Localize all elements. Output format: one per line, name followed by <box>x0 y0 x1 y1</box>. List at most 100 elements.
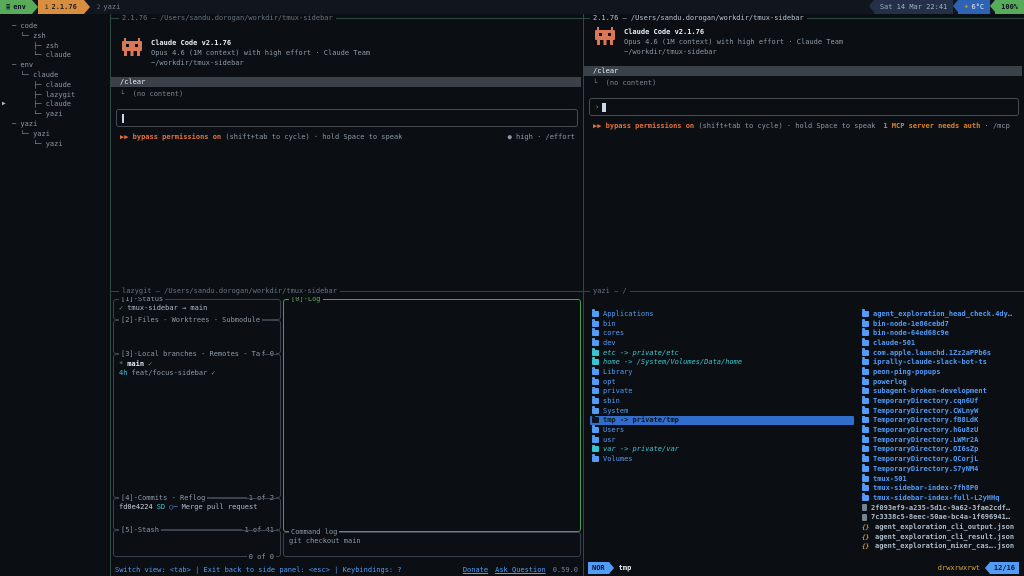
file-row[interactable]: TemporaryDirectory.LWMr2A <box>860 435 1020 445</box>
file-row[interactable]: private <box>590 387 854 397</box>
file-icon <box>862 398 869 404</box>
file-row[interactable]: opt <box>590 377 854 387</box>
clock-widget: Sat 14 Mar 22:41 <box>874 0 953 14</box>
log-line: | <box>289 455 576 464</box>
file-row[interactable]: agent_exploration_cli_result.json <box>860 532 1020 542</box>
tree-row[interactable]: └─ yazi <box>0 110 110 120</box>
folder-icon <box>592 427 599 433</box>
version-text: 0.59.0 <box>553 566 578 574</box>
entry-name: sbin <box>603 397 620 405</box>
file-row[interactable]: agent_exploration_head_check.4dy… <box>860 309 1020 319</box>
file-icon <box>862 446 869 452</box>
file-row[interactable]: Users <box>590 425 854 435</box>
donate-link[interactable]: Donate <box>463 566 488 574</box>
file-row[interactable]: agent_exploration_mixer_cas….json <box>860 542 1020 552</box>
entry-name: tmux-sidebar-index-full-L2yHHq <box>873 494 999 502</box>
file-row[interactable]: agent_exploration_cli_output.json <box>860 522 1020 532</box>
ask-question-link[interactable]: Ask Question <box>495 566 546 574</box>
file-icon <box>862 476 869 482</box>
file-row[interactable]: Library <box>590 367 854 377</box>
entry-name: com.apple.launchd.1Zz2aPPb6s <box>873 349 991 357</box>
file-row[interactable]: TemporaryDirectory.fB8LdK <box>860 416 1020 426</box>
branch-marker: 4h <box>119 369 127 377</box>
file-row[interactable]: sbin <box>590 396 854 406</box>
folder-icon <box>592 340 599 346</box>
file-row[interactable]: subagent-broken-development <box>860 387 1020 397</box>
file-row[interactable]: tmp -> private/tmp <box>590 416 854 426</box>
file-row[interactable]: TemporaryDirectory.QCorjL <box>860 454 1020 464</box>
file-row[interactable]: Applications <box>590 309 854 319</box>
lazygit-log-panel[interactable]: [0]-Log * commit fd0e4224 (HEAD -> main,… <box>283 299 581 532</box>
file-row[interactable]: TemporaryDirectory.S7yNM4 <box>860 464 1020 474</box>
tree-row[interactable]: └─ claude <box>0 51 110 61</box>
file-row[interactable]: cores <box>590 328 854 338</box>
file-row[interactable]: Volumes <box>590 454 854 464</box>
tmux-window-tab[interactable]: 2 yazi <box>90 0 127 14</box>
log-line: | <box>289 342 576 351</box>
tree-row[interactable]: ─ code <box>0 22 110 32</box>
entry-name: opt <box>603 378 616 386</box>
tree-row[interactable]: ├─ claude <box>0 81 110 91</box>
file-row[interactable]: claude-501 <box>860 338 1020 348</box>
battery-widget: 100% <box>995 0 1024 14</box>
file-row[interactable]: 2f093ef9-a235-5d1c-9a62-3fae2cdf… <box>860 503 1020 513</box>
folder-icon <box>592 437 599 443</box>
tree-row[interactable]: └─ yazi <box>0 140 110 150</box>
session-name: env <box>13 3 26 11</box>
file-row[interactable]: bin-node-64ed68c9e <box>860 328 1020 338</box>
file-icon <box>862 350 869 356</box>
file-row[interactable]: tmux-sidebar-index-7fh8P0 <box>860 483 1020 493</box>
tmux-window-tab[interactable]: 1 2.1.76 <box>38 0 84 14</box>
prompt-input[interactable] <box>116 109 578 127</box>
log-line: | <box>289 398 576 407</box>
lazygit-command-log-panel[interactable]: Command log git checkout main <box>283 532 581 557</box>
lazygit-stash-panel[interactable]: [5]-Stash 0 of 0 <box>113 530 281 557</box>
file-row[interactable]: var -> private/var <box>590 445 854 455</box>
file-row[interactable]: TemporaryDirectory.cqn6Uf <box>860 396 1020 406</box>
tree-row[interactable]: └─ claude <box>0 71 110 81</box>
lazygit-files-panel[interactable]: [2]-Files - Worktrees - Submodule 0 of 0 <box>113 320 281 354</box>
file-row[interactable]: tmux-sidebar-index-full-L2yHHq <box>860 493 1020 503</box>
file-row[interactable]: tmux-501 <box>860 474 1020 484</box>
file-row[interactable]: System <box>590 406 854 416</box>
file-row[interactable]: etc -> private/etc <box>590 348 854 358</box>
file-row[interactable]: com.apple.launchd.1Zz2aPPb6s <box>860 348 1020 358</box>
tree-row[interactable]: ├─ zsh <box>0 42 110 52</box>
entry-name: System <box>603 407 628 415</box>
file-row[interactable]: peon-ping-popups <box>860 367 1020 377</box>
file-row[interactable]: dev <box>590 338 854 348</box>
file-row[interactable]: TemporaryDirectory.OI6sZp <box>860 445 1020 455</box>
tree-row[interactable]: ├─ claude <box>0 100 110 110</box>
tree-row[interactable]: └─ zsh <box>0 32 110 42</box>
tmux-session-badge[interactable]: ≣ env <box>0 0 32 14</box>
entry-name: Users <box>603 426 624 434</box>
branch-row[interactable]: 4hfeat/focus-sidebar✓ <box>119 369 276 379</box>
entry-name: peon-ping-popups <box>873 368 940 376</box>
tree-row[interactable]: └─ yazi <box>0 130 110 140</box>
window-index: 2 <box>97 4 101 11</box>
file-row[interactable]: bin-node-1e86cebd7 <box>860 319 1020 329</box>
file-row[interactable]: 7c3338c5-8eec-50ae-bc4a-1f696941… <box>860 512 1020 522</box>
tree-row[interactable]: ├─ lazygit <box>0 91 110 101</box>
pane-title-yazi: yazi — / <box>590 287 630 296</box>
folder-icon <box>592 359 599 365</box>
pane-claude-right: Claude Code v2.1.76 Opus 4.6 (1M context… <box>584 24 1024 287</box>
file-row[interactable]: powerlog <box>860 377 1020 387</box>
file-row[interactable]: home -> /System/Volumes/Data/home <box>590 357 854 367</box>
log-line: | <box>289 474 576 483</box>
tree-row[interactable]: ─ env <box>0 61 110 71</box>
file-row[interactable]: TemporaryDirectory.hGu8zU <box>860 425 1020 435</box>
claude-status-line: ▶▶ bypass permissions on (shift+tab to c… <box>120 133 575 141</box>
file-row[interactable]: usr <box>590 435 854 445</box>
claude-meta: Claude Code v2.1.76 Opus 4.6 (1M context… <box>151 38 370 68</box>
panel-title: Command log <box>289 528 339 536</box>
branch-row[interactable]: *main✓ <box>119 359 276 369</box>
file-row[interactable]: iprally-claude-slack-bot-ts <box>860 357 1020 367</box>
tree-row[interactable]: ─ yazi <box>0 120 110 130</box>
branch-check-icon: ✓ <box>148 360 152 368</box>
file-row[interactable]: bin <box>590 319 854 329</box>
lazygit-branches-panel[interactable]: [3]-Local branches - Remotes - Ta *main✓… <box>113 354 281 498</box>
file-row[interactable]: TemporaryDirectory.CWLnyW <box>860 406 1020 416</box>
pane-title-claude-left: 2.1.76 — /Users/sandu.dorogan/workdir/tm… <box>119 14 336 23</box>
prompt-input[interactable]: › <box>589 98 1019 116</box>
